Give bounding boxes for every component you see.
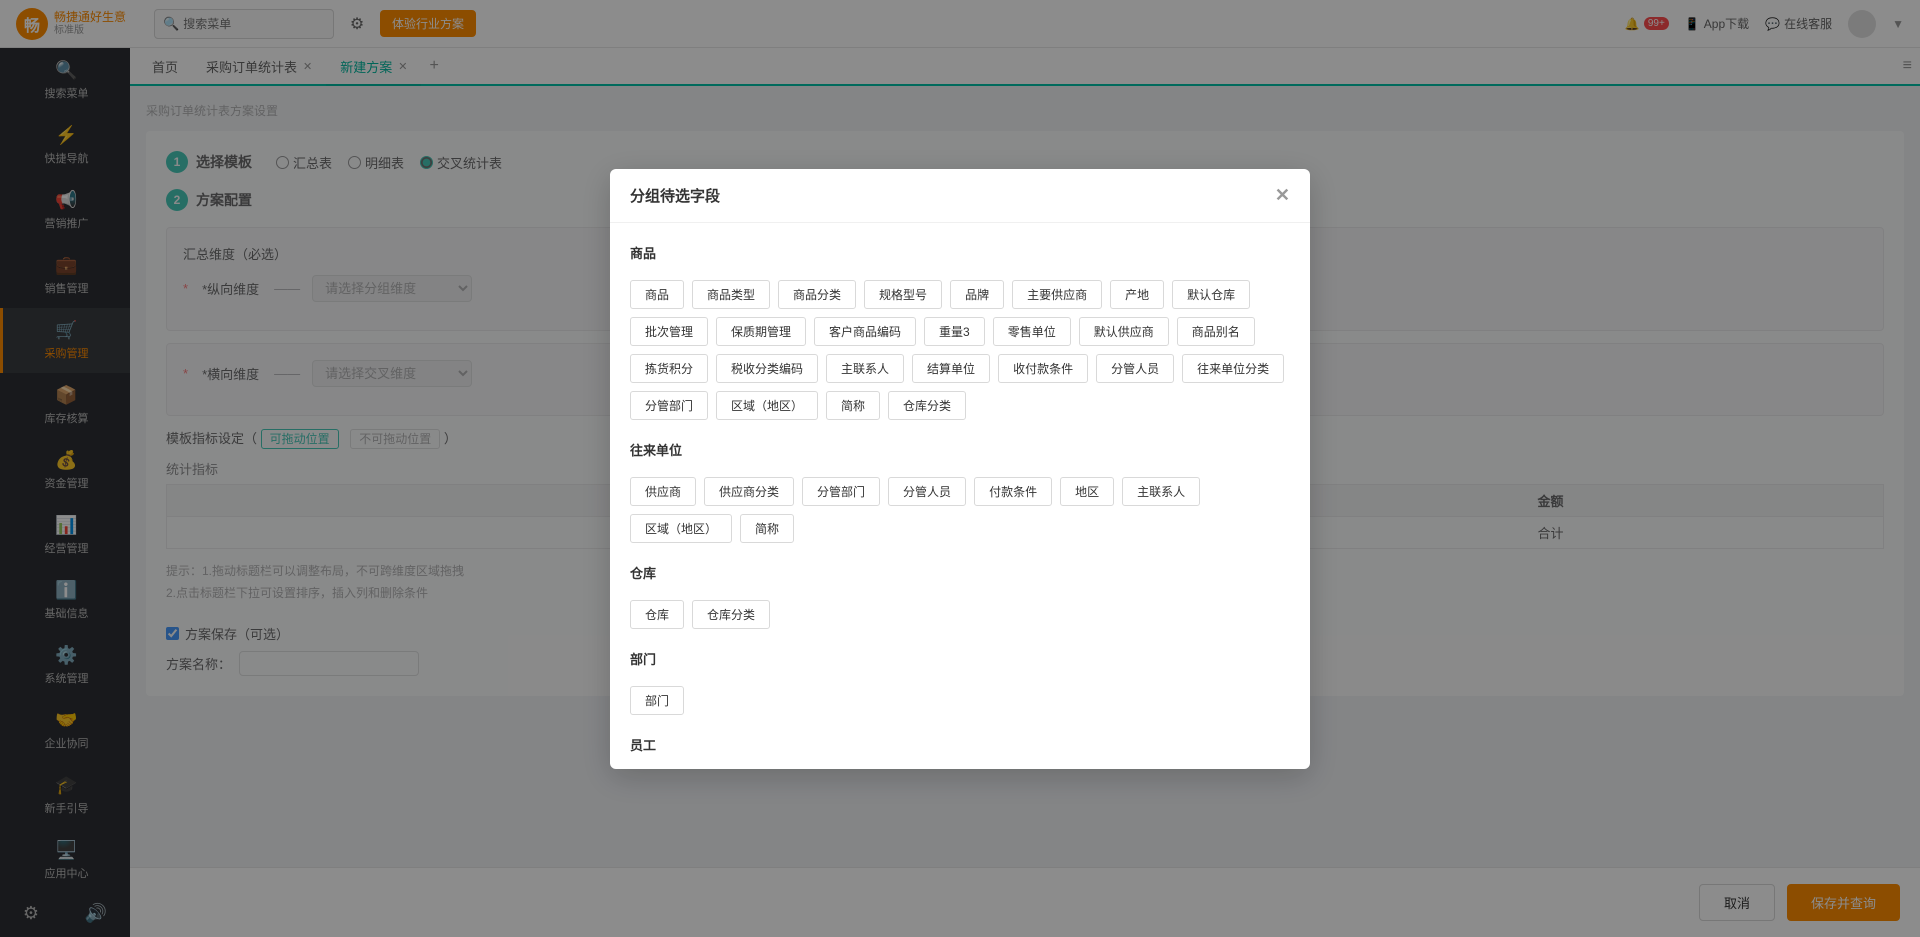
field-btn-supplier-cat[interactable]: 供应商分类	[704, 477, 794, 506]
field-btn-main-contact[interactable]: 主联系人	[826, 354, 904, 383]
field-btn-payment-terms[interactable]: 收付款条件	[998, 354, 1088, 383]
field-btn-pick-points[interactable]: 拣货积分	[630, 354, 708, 383]
field-btn-expiry-mgmt[interactable]: 保质期管理	[716, 317, 806, 346]
field-btn-goods[interactable]: 商品	[630, 280, 684, 309]
field-btn-brand[interactable]: 品牌	[950, 280, 1004, 309]
field-btn-alias[interactable]: 商品别名	[1177, 317, 1255, 346]
field-btn-main-supplier[interactable]: 主要供应商	[1012, 280, 1102, 309]
counterpart-field-grid: 供应商 供应商分类 分管部门 分管人员 付款条件 地区 主联系人 区域（地区） …	[630, 477, 1290, 543]
section-goods-title: 商品	[630, 243, 1290, 268]
section-counterpart-title: 往来单位	[630, 440, 1290, 465]
goods-field-grid: 商品 商品类型 商品分类 规格型号 品牌 主要供应商 产地 默认仓库 批次管理 …	[630, 280, 1290, 420]
field-btn-batch-mgmt[interactable]: 批次管理	[630, 317, 708, 346]
modal-header: 分组待选字段 ✕	[610, 169, 1310, 223]
field-btn-mgmt-dept[interactable]: 分管部门	[630, 391, 708, 420]
field-btn-payment-cond[interactable]: 付款条件	[974, 477, 1052, 506]
section-dept-title: 部门	[630, 649, 1290, 674]
field-btn-wh-cat[interactable]: 仓库分类	[888, 391, 966, 420]
field-btn-warehouse-cat[interactable]: 仓库分类	[692, 600, 770, 629]
field-btn-short-name[interactable]: 简称	[826, 391, 880, 420]
modal-body[interactable]: 商品 商品 商品类型 商品分类 规格型号 品牌 主要供应商 产地 默认仓库 批次…	[610, 223, 1310, 769]
field-selection-modal: 分组待选字段 ✕ 商品 商品 商品类型 商品分类 规格型号 品牌 主要供应商 产…	[610, 169, 1310, 769]
field-btn-mgmt-dept2[interactable]: 分管部门	[802, 477, 880, 506]
field-btn-contact[interactable]: 主联系人	[1122, 477, 1200, 506]
field-btn-short2[interactable]: 简称	[740, 514, 794, 543]
section-warehouse-title: 仓库	[630, 563, 1290, 588]
field-btn-district[interactable]: 地区	[1060, 477, 1114, 506]
field-btn-tax-code[interactable]: 税收分类编码	[716, 354, 818, 383]
field-btn-goods-type[interactable]: 商品类型	[692, 280, 770, 309]
section-warehouse: 仓库 仓库 仓库分类	[630, 563, 1290, 629]
section-goods: 商品 商品 商品类型 商品分类 规格型号 品牌 主要供应商 产地 默认仓库 批次…	[630, 243, 1290, 420]
section-department: 部门 部门	[630, 649, 1290, 715]
field-btn-customer-code[interactable]: 客户商品编码	[814, 317, 916, 346]
modal-close-button[interactable]: ✕	[1275, 186, 1290, 204]
field-btn-settle-unit[interactable]: 结算单位	[912, 354, 990, 383]
field-btn-spec[interactable]: 规格型号	[864, 280, 942, 309]
section-employee-title: 员工	[630, 735, 1290, 760]
section-counterpart: 往来单位 供应商 供应商分类 分管部门 分管人员 付款条件 地区 主联系人 区域…	[630, 440, 1290, 543]
field-btn-origin[interactable]: 产地	[1110, 280, 1164, 309]
field-btn-mgmt-person2[interactable]: 分管人员	[888, 477, 966, 506]
field-btn-weight[interactable]: 重量3	[924, 317, 985, 346]
field-btn-supplier[interactable]: 供应商	[630, 477, 696, 506]
field-btn-region[interactable]: 区域（地区）	[716, 391, 818, 420]
modal-overlay: 分组待选字段 ✕ 商品 商品 商品类型 商品分类 规格型号 品牌 主要供应商 产…	[0, 0, 1920, 937]
modal-title: 分组待选字段	[630, 185, 720, 206]
field-btn-default-supplier[interactable]: 默认供应商	[1079, 317, 1169, 346]
field-btn-default-warehouse[interactable]: 默认仓库	[1172, 280, 1250, 309]
field-btn-warehouse[interactable]: 仓库	[630, 600, 684, 629]
field-btn-region2[interactable]: 区域（地区）	[630, 514, 732, 543]
dept-field-grid: 部门	[630, 686, 1290, 715]
section-employee: 员工 业务员	[630, 735, 1290, 769]
warehouse-field-grid: 仓库 仓库分类	[630, 600, 1290, 629]
field-btn-goods-cat[interactable]: 商品分类	[778, 280, 856, 309]
field-btn-dept[interactable]: 部门	[630, 686, 684, 715]
field-btn-manager[interactable]: 分管人员	[1096, 354, 1174, 383]
field-btn-retail-unit[interactable]: 零售单位	[993, 317, 1071, 346]
field-btn-cp-cat[interactable]: 往来单位分类	[1182, 354, 1284, 383]
